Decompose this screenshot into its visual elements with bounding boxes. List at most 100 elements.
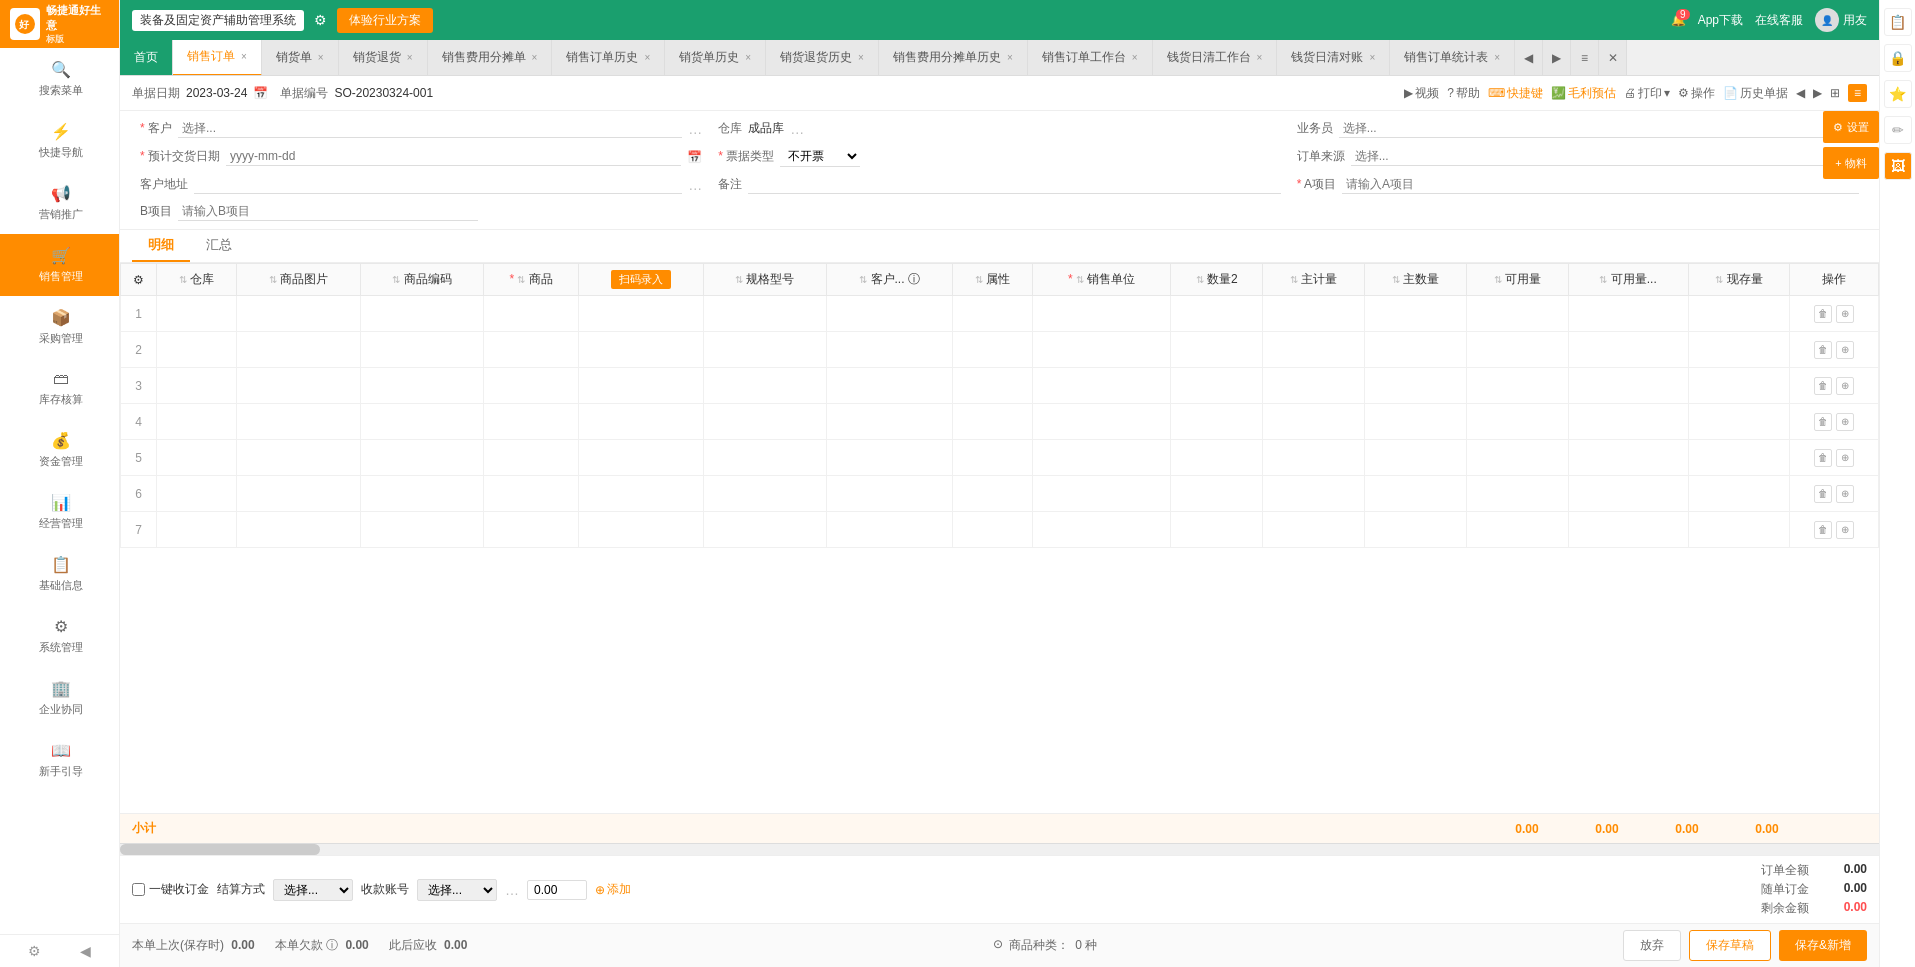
add-payment-btn[interactable]: ⊕ 添加 [595, 881, 631, 898]
row-6-customer-field[interactable] [827, 476, 953, 512]
sidebar-item-search[interactable]: 🔍 搜索菜单 [0, 48, 119, 110]
tab-close-order-workbench[interactable]: × [1132, 52, 1138, 63]
row-6-sales-unit[interactable] [1033, 476, 1171, 512]
row-2-attribute[interactable] [952, 332, 1032, 368]
next-record-btn[interactable]: ▶ [1813, 86, 1822, 100]
row-2-copy-btn[interactable]: ⊕ [1836, 341, 1854, 359]
tab-close-icon[interactable]: × [241, 51, 247, 62]
a-project-input[interactable] [1342, 175, 1859, 194]
row-4-main-qty[interactable] [1365, 404, 1467, 440]
row-2-main-qty[interactable] [1365, 332, 1467, 368]
operations-btn[interactable]: ⚙ 操作 [1678, 85, 1715, 102]
invoice-type-select[interactable]: 不开票 [780, 146, 860, 167]
row-3-delete-btn[interactable]: 🗑 [1814, 377, 1832, 395]
row-4-stock[interactable] [1688, 404, 1790, 440]
view-video-btn[interactable]: ▶ 视频 [1404, 85, 1439, 102]
row-1-delete-btn[interactable]: 🗑 [1814, 305, 1832, 323]
delivery-calendar-icon[interactable]: 📅 [687, 150, 702, 164]
card-view-btn[interactable]: ≡ [1848, 84, 1867, 102]
row-5-available[interactable] [1466, 440, 1568, 476]
help-btn[interactable]: ? 帮助 [1447, 85, 1480, 102]
tab-cash-workbench[interactable]: 钱货日清工作台 × [1153, 40, 1278, 76]
row-4-warehouse[interactable] [157, 404, 237, 440]
sidebar-item-operations[interactable]: 📊 经营管理 [0, 481, 119, 543]
th-spec[interactable]: ⇅ 规格型号 [703, 264, 827, 296]
row-2-product[interactable] [484, 332, 579, 368]
prev-record-btn[interactable]: ◀ [1796, 86, 1805, 100]
row-5-spec[interactable] [703, 440, 827, 476]
sidebar-item-finance[interactable]: 💰 资金管理 [0, 419, 119, 481]
tab-close-sales-refund[interactable]: × [407, 52, 413, 63]
row-7-available[interactable] [1466, 512, 1568, 548]
row-1-sales-unit[interactable] [1033, 296, 1171, 332]
row-2-sales-unit[interactable] [1033, 332, 1171, 368]
row-6-spec[interactable] [703, 476, 827, 512]
account-select[interactable]: 选择... [417, 879, 497, 901]
draft-button[interactable]: 保存草稿 [1689, 930, 1771, 961]
row-1-warehouse[interactable] [157, 296, 237, 332]
tab-refund-history[interactable]: 销货退货历史 × [766, 40, 879, 76]
th-available[interactable]: ⇅ 可用量 [1466, 264, 1568, 296]
right-panel-btn-4[interactable]: ✏ [1884, 116, 1912, 144]
tab-close-cash-workbench[interactable]: × [1257, 52, 1263, 63]
shortcut-btn[interactable]: ⌨ 快捷键 [1488, 85, 1543, 102]
tab-home[interactable]: 首页 [120, 40, 173, 76]
row-2-delete-btn[interactable]: 🗑 [1814, 341, 1832, 359]
row-7-warehouse[interactable] [157, 512, 237, 548]
quick-payment-label[interactable]: 一键收订金 [132, 881, 209, 898]
profit-btn[interactable]: 💹 毛利预估 [1551, 85, 1616, 102]
customer-more-btn[interactable]: … [688, 121, 702, 137]
row-2-warehouse[interactable] [157, 332, 237, 368]
history-btn[interactable]: 📄 历史单据 [1723, 85, 1788, 102]
row-7-customer-field[interactable] [827, 512, 953, 548]
th-product-code[interactable]: ⇅ 商品编码 [360, 264, 484, 296]
remark-input[interactable] [748, 175, 1280, 194]
sidebar-item-system[interactable]: ⚙ 系统管理 [0, 605, 119, 667]
tab-close-cash-reconcile[interactable]: × [1369, 52, 1375, 63]
row-3-spec[interactable] [703, 368, 827, 404]
row-6-stock[interactable] [1688, 476, 1790, 512]
address-more-btn[interactable]: … [688, 177, 702, 193]
row-4-sales-unit[interactable] [1033, 404, 1171, 440]
solution-button[interactable]: 体验行业方案 [337, 8, 433, 33]
row-1-available[interactable] [1466, 296, 1568, 332]
row-2-spec[interactable] [703, 332, 827, 368]
tab-close-order-history[interactable]: × [644, 52, 650, 63]
warehouse-value[interactable]: 成品库 [748, 120, 784, 137]
row-1-product-code[interactable] [360, 296, 484, 332]
sidebar-item-guide[interactable]: 📖 新手引导 [0, 729, 119, 791]
tab-sales-refund[interactable]: 销货退货 × [339, 40, 428, 76]
th-stock[interactable]: ⇅ 现存量 [1688, 264, 1790, 296]
row-4-product[interactable] [484, 404, 579, 440]
row-5-qty2[interactable] [1171, 440, 1263, 476]
row-7-sales-unit[interactable] [1033, 512, 1171, 548]
row-6-available[interactable] [1466, 476, 1568, 512]
order-source-input[interactable] [1351, 147, 1839, 166]
row-2-main-unit[interactable] [1263, 332, 1365, 368]
row-1-main-unit[interactable] [1263, 296, 1365, 332]
row-5-stock[interactable] [1688, 440, 1790, 476]
row-6-qty2[interactable] [1171, 476, 1263, 512]
row-3-available2[interactable] [1568, 368, 1688, 404]
print-btn[interactable]: 🖨 打印 ▾ [1624, 85, 1670, 102]
th-customer-field[interactable]: ⇅ 客户... ⓘ [827, 264, 953, 296]
row-6-main-qty[interactable] [1365, 476, 1467, 512]
date-value[interactable]: 2023-03-24 [186, 86, 247, 100]
row-4-qty2[interactable] [1171, 404, 1263, 440]
payment-amount-input[interactable] [527, 880, 587, 900]
row-7-main-qty[interactable] [1365, 512, 1467, 548]
row-1-product[interactable] [484, 296, 579, 332]
row-2-product-code[interactable] [360, 332, 484, 368]
row-4-customer-field[interactable] [827, 404, 953, 440]
address-input[interactable] [194, 175, 682, 194]
tab-summary[interactable]: 汇总 [190, 230, 248, 262]
row-6-product[interactable] [484, 476, 579, 512]
sidebar-item-enterprise[interactable]: 🏢 企业协同 [0, 667, 119, 729]
row-3-product[interactable] [484, 368, 579, 404]
row-4-copy-btn[interactable]: ⊕ [1836, 413, 1854, 431]
row-3-stock[interactable] [1688, 368, 1790, 404]
tab-close-fee-split[interactable]: × [532, 52, 538, 63]
row-4-delete-btn[interactable]: 🗑 [1814, 413, 1832, 431]
row-7-product[interactable] [484, 512, 579, 548]
row-7-stock[interactable] [1688, 512, 1790, 548]
